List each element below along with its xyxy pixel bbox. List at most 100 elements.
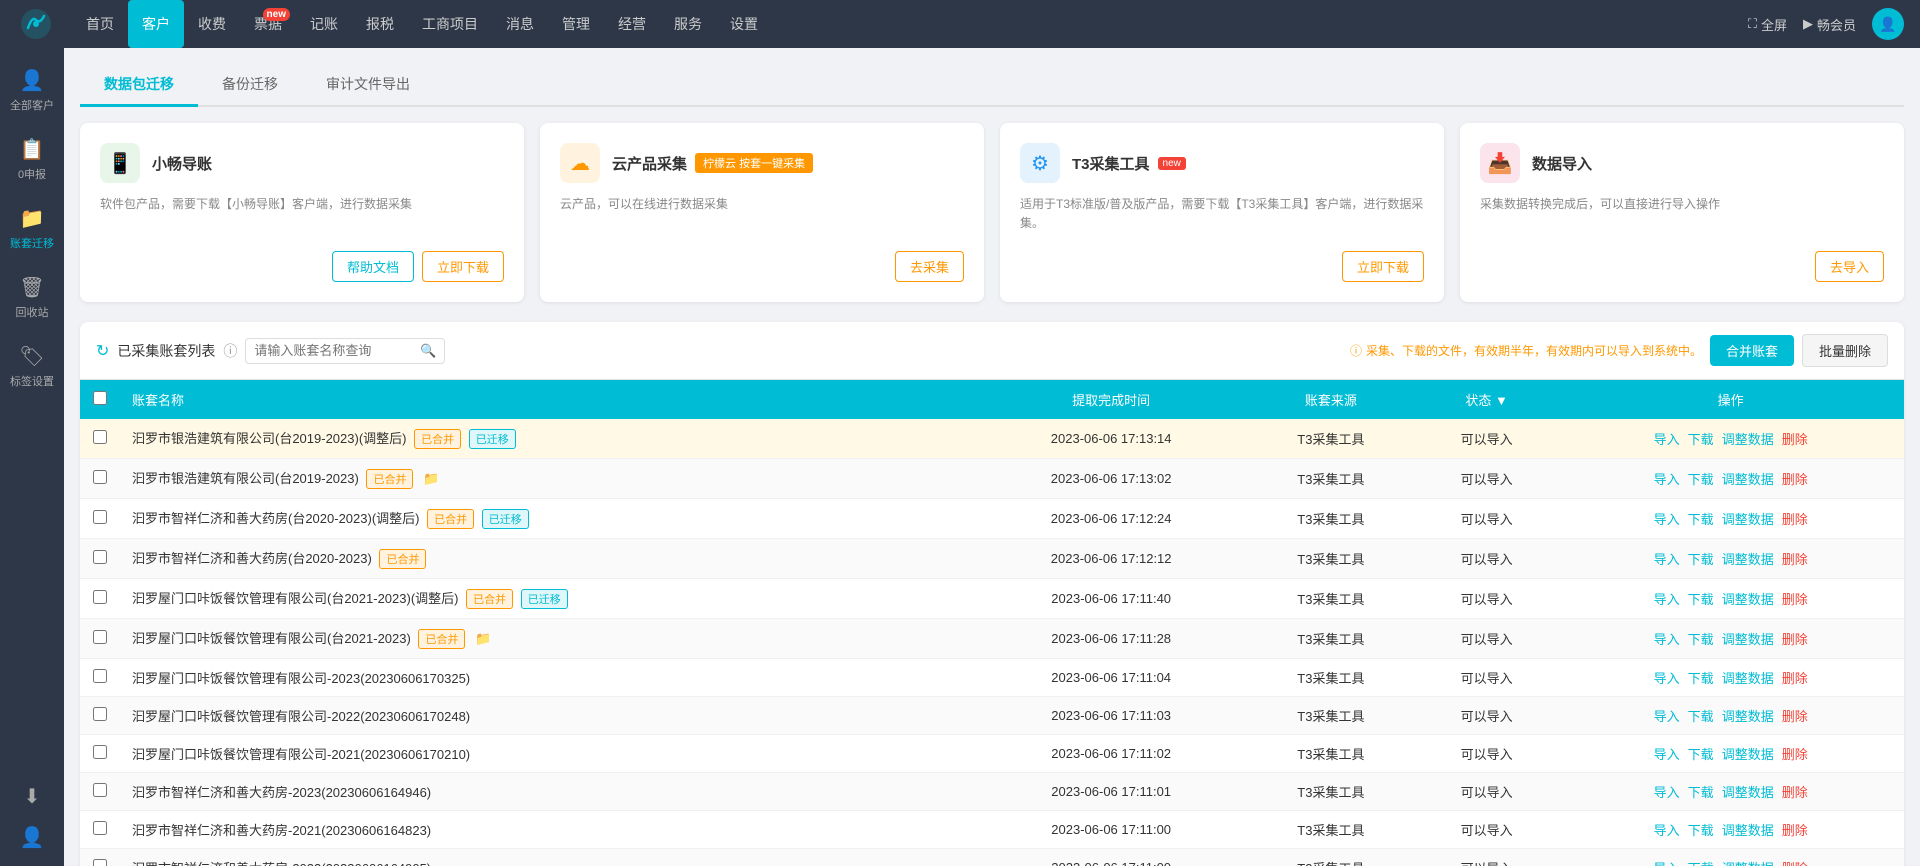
action-删除[interactable]: 删除 — [1782, 432, 1808, 447]
row-checkbox[interactable] — [93, 590, 107, 604]
action-删除[interactable]: 删除 — [1782, 512, 1808, 527]
action-导入[interactable]: 导入 — [1654, 472, 1680, 487]
action-下载[interactable]: 下载 — [1688, 472, 1714, 487]
tab-audit-export[interactable]: 审计文件导出 — [302, 64, 434, 107]
action-导入[interactable]: 导入 — [1654, 632, 1680, 647]
action-调整数据[interactable]: 调整数据 — [1722, 823, 1774, 838]
action-删除[interactable]: 删除 — [1782, 823, 1808, 838]
user-settings-icon[interactable]: 👤 — [20, 825, 45, 850]
xiaochang-download-button[interactable]: 立即下载 — [422, 251, 504, 282]
sidebar-item-recycle[interactable]: 🗑 回收站 — [0, 263, 64, 332]
xiaochang-help-button[interactable]: 帮助文档 — [332, 251, 414, 282]
action-删除[interactable]: 删除 — [1782, 861, 1808, 866]
action-导入[interactable]: 导入 — [1654, 709, 1680, 724]
action-下载[interactable]: 下载 — [1688, 632, 1714, 647]
nav-item-bookkeeping[interactable]: 记账 — [296, 0, 352, 48]
row-checkbox[interactable] — [93, 859, 107, 866]
action-导入[interactable]: 导入 — [1654, 592, 1680, 607]
nav-item-home[interactable]: 首页 — [72, 0, 128, 48]
action-删除[interactable]: 删除 — [1782, 632, 1808, 647]
action-删除[interactable]: 删除 — [1782, 785, 1808, 800]
sidebar-item-account-migration[interactable]: 📁 账套迁移 — [0, 194, 64, 263]
download-icon[interactable]: ⬇ — [24, 784, 41, 809]
row-checkbox[interactable] — [93, 630, 107, 644]
sidebar-item-all-clients[interactable]: 👤 全部客户 — [0, 56, 64, 125]
action-导入[interactable]: 导入 — [1654, 747, 1680, 762]
nav-item-service[interactable]: 服务 — [660, 0, 716, 48]
action-调整数据[interactable]: 调整数据 — [1722, 632, 1774, 647]
row-checkbox[interactable] — [93, 510, 107, 524]
row-checkbox[interactable] — [93, 821, 107, 835]
action-下载[interactable]: 下载 — [1688, 823, 1714, 838]
action-调整数据[interactable]: 调整数据 — [1722, 861, 1774, 866]
action-调整数据[interactable]: 调整数据 — [1722, 512, 1774, 527]
action-下载[interactable]: 下载 — [1688, 671, 1714, 686]
row-checkbox[interactable] — [93, 550, 107, 564]
action-导入[interactable]: 导入 — [1654, 785, 1680, 800]
action-导入[interactable]: 导入 — [1654, 671, 1680, 686]
action-下载[interactable]: 下载 — [1688, 552, 1714, 567]
sidebar-item-tag-settings[interactable]: 🏷 标签设置 — [0, 332, 64, 401]
search-icon[interactable]: 🔍 — [420, 343, 436, 359]
action-调整数据[interactable]: 调整数据 — [1722, 432, 1774, 447]
nav-item-manage[interactable]: 管理 — [548, 0, 604, 48]
nav-item-ticket[interactable]: 票据 new — [240, 0, 296, 48]
row-checkbox[interactable] — [93, 430, 107, 444]
select-all-checkbox[interactable] — [93, 391, 107, 405]
action-删除[interactable]: 删除 — [1782, 472, 1808, 487]
row-checkbox[interactable] — [93, 783, 107, 797]
action-导入[interactable]: 导入 — [1654, 861, 1680, 866]
row-checkbox[interactable] — [93, 669, 107, 683]
action-导入[interactable]: 导入 — [1654, 512, 1680, 527]
tab-data-migration[interactable]: 数据包迁移 — [80, 64, 198, 107]
action-调整数据[interactable]: 调整数据 — [1722, 472, 1774, 487]
action-删除[interactable]: 删除 — [1782, 709, 1808, 724]
action-调整数据[interactable]: 调整数据 — [1722, 747, 1774, 762]
logo[interactable] — [16, 4, 56, 44]
row-checkbox[interactable] — [93, 745, 107, 759]
cloud-collect-button[interactable]: 去采集 — [895, 251, 964, 282]
action-调整数据[interactable]: 调整数据 — [1722, 592, 1774, 607]
refresh-icon[interactable]: ↻ — [96, 341, 109, 361]
nav-item-settings[interactable]: 设置 — [716, 0, 772, 48]
member-button[interactable]: ▶ 畅会员 — [1803, 15, 1856, 34]
avatar[interactable]: 👤 — [1872, 8, 1904, 40]
action-下载[interactable]: 下载 — [1688, 747, 1714, 762]
action-调整数据[interactable]: 调整数据 — [1722, 671, 1774, 686]
search-input[interactable] — [254, 343, 414, 358]
action-下载[interactable]: 下载 — [1688, 785, 1714, 800]
sidebar-item-zero-declaration[interactable]: 📋 0申报 — [0, 125, 64, 194]
nav-item-client[interactable]: 客户 — [128, 0, 184, 48]
action-删除[interactable]: 删除 — [1782, 552, 1808, 567]
row-checkbox[interactable] — [93, 707, 107, 721]
action-下载[interactable]: 下载 — [1688, 861, 1714, 866]
action-删除[interactable]: 删除 — [1782, 592, 1808, 607]
help-icon[interactable]: ⓘ — [223, 341, 237, 361]
nav-item-tax[interactable]: 报税 — [352, 0, 408, 48]
batch-delete-button[interactable]: 批量删除 — [1802, 334, 1888, 367]
action-调整数据[interactable]: 调整数据 — [1722, 552, 1774, 567]
import-go-button[interactable]: 去导入 — [1815, 251, 1884, 282]
action-删除[interactable]: 删除 — [1782, 747, 1808, 762]
action-下载[interactable]: 下载 — [1688, 512, 1714, 527]
action-删除[interactable]: 删除 — [1782, 671, 1808, 686]
row-checkbox[interactable] — [93, 470, 107, 484]
row-source: T3采集工具 — [1246, 697, 1416, 735]
action-下载[interactable]: 下载 — [1688, 592, 1714, 607]
col-status[interactable]: 状态 ▼ — [1416, 380, 1558, 419]
action-下载[interactable]: 下载 — [1688, 709, 1714, 724]
fullscreen-button[interactable]: ⛶ 全屏 — [1748, 15, 1787, 34]
action-导入[interactable]: 导入 — [1654, 432, 1680, 447]
action-导入[interactable]: 导入 — [1654, 552, 1680, 567]
action-导入[interactable]: 导入 — [1654, 823, 1680, 838]
nav-item-operation[interactable]: 经营 — [604, 0, 660, 48]
nav-item-fee[interactable]: 收费 — [184, 0, 240, 48]
t3-download-button[interactable]: 立即下载 — [1342, 251, 1424, 282]
action-调整数据[interactable]: 调整数据 — [1722, 709, 1774, 724]
action-调整数据[interactable]: 调整数据 — [1722, 785, 1774, 800]
nav-item-message[interactable]: 消息 — [492, 0, 548, 48]
tab-backup-migration[interactable]: 备份迁移 — [198, 64, 302, 107]
action-下载[interactable]: 下载 — [1688, 432, 1714, 447]
nav-item-business[interactable]: 工商项目 — [408, 0, 492, 48]
merge-accounts-button[interactable]: 合并账套 — [1710, 335, 1794, 366]
